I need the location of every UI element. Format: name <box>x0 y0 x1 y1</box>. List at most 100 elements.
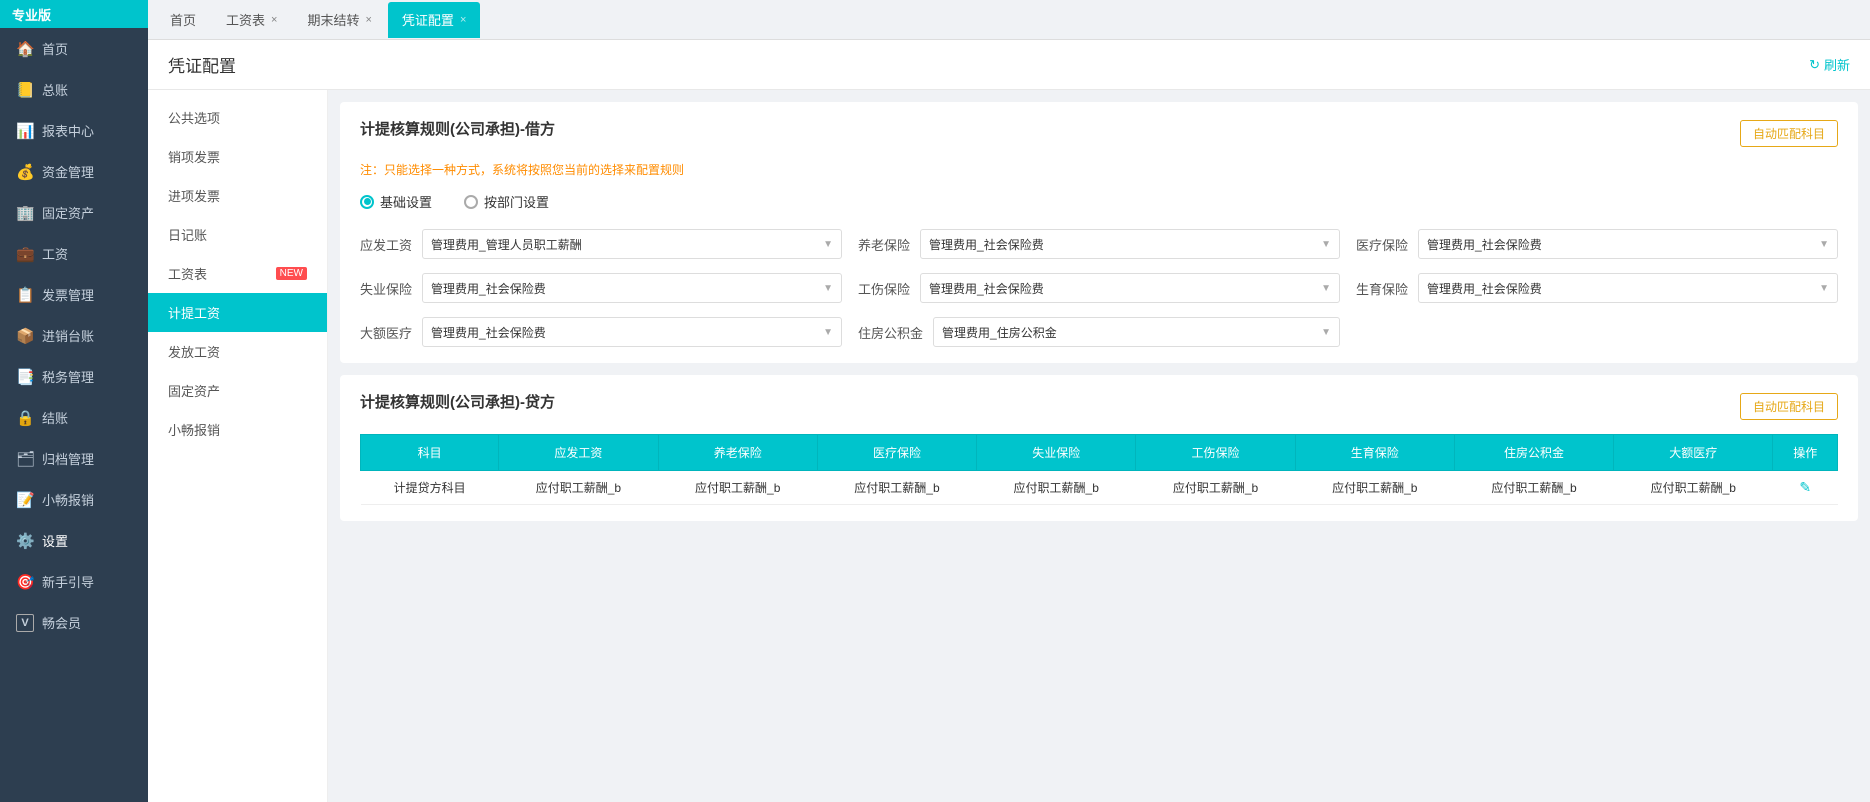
gjj-value: 管理费用_住房公积金 <box>942 324 1057 341</box>
refresh-button[interactable]: ↻ 刷新 <box>1809 55 1850 74</box>
sidebar-item-guide[interactable]: 🎯 新手引导 <box>0 561 148 602</box>
col-yiliao: 医疗保险 <box>817 435 976 471</box>
yingfagongzi-select[interactable]: 管理费用_管理人员职工薪酬 ▼ <box>422 229 842 259</box>
gongshang-value: 管理费用_社会保险费 <box>929 280 1044 297</box>
sub-nav-sales-invoice[interactable]: 销项发票 <box>148 137 327 176</box>
col-gjj: 住房公积金 <box>1454 435 1613 471</box>
cell-yiliao: 应付职工薪酬_b <box>817 471 976 505</box>
debit-auto-match-button[interactable]: 自动匹配科目 <box>1740 120 1838 147</box>
sub-nav-calc-salary[interactable]: 计提工资 <box>148 293 327 332</box>
cell-subject: 计提贷方科目 <box>361 471 499 505</box>
credit-auto-match-button[interactable]: 自动匹配科目 <box>1740 393 1838 420</box>
expense-icon: 📝 <box>16 491 34 509</box>
sidebar-item-label: 畅会员 <box>42 613 81 632</box>
form-item-shengyu: 生育保险 管理费用_社会保险费 ▼ <box>1356 273 1838 303</box>
form-item-yiliao: 医疗保险 管理费用_社会保险费 ▼ <box>1356 229 1838 259</box>
sidebar-item-salary[interactable]: 💼 工资 <box>0 233 148 274</box>
radio-group: 基础设置 按部门设置 <box>360 192 1838 211</box>
tab-payroll[interactable]: 工资表 × <box>212 2 291 38</box>
cell-action[interactable]: ✎ <box>1773 471 1838 505</box>
sidebar-item-archive[interactable]: 🗂 归档管理 <box>0 438 148 479</box>
gjj-label: 住房公积金 <box>858 323 923 342</box>
invoice-icon: 📋 <box>16 286 34 304</box>
col-action: 操作 <box>1773 435 1838 471</box>
form-item-yingfagongzi: 应发工资 管理费用_管理人员职工薪酬 ▼ <box>360 229 842 259</box>
sub-nav-sales-label: 销项发票 <box>168 147 220 166</box>
sidebar-item-tax[interactable]: 📑 税务管理 <box>0 356 148 397</box>
home-icon: 🏠 <box>16 40 34 58</box>
sidebar-item-ledger[interactable]: 📒 总账 <box>0 69 148 110</box>
dropdown-arrow: ▼ <box>1819 239 1829 250</box>
sidebar-item-xiaochang[interactable]: 📝 小畅报销 <box>0 479 148 520</box>
yanglao-select[interactable]: 管理费用_社会保险费 ▼ <box>920 229 1340 259</box>
yiliao-select[interactable]: 管理费用_社会保险费 ▼ <box>1418 229 1838 259</box>
sub-nav-purchase-invoice[interactable]: 进项发票 <box>148 176 327 215</box>
shiye-select[interactable]: 管理费用_社会保险费 ▼ <box>422 273 842 303</box>
credit-section-header: 计提核算规则(公司承担)-贷方 自动匹配科目 <box>360 391 1838 422</box>
sidebar-item-invoice[interactable]: 📋 发票管理 <box>0 274 148 315</box>
gjj-select[interactable]: 管理费用_住房公积金 ▼ <box>933 317 1340 347</box>
tab-voucher-config[interactable]: 凭证配置 × <box>388 2 480 38</box>
sidebar-item-reports[interactable]: 📊 报表中心 <box>0 110 148 151</box>
content-wrapper: 公共选项 销项发票 进项发票 日记账 工资表 NEW 计提工资 <box>148 90 1870 802</box>
yingfagongzi-label: 应发工资 <box>360 235 412 254</box>
daeliao-label: 大额医疗 <box>360 323 412 342</box>
sidebar-item-label: 小畅报销 <box>42 490 94 509</box>
daeliao-select[interactable]: 管理费用_社会保险费 ▼ <box>422 317 842 347</box>
shengyu-select[interactable]: 管理费用_社会保险费 ▼ <box>1418 273 1838 303</box>
sidebar-item-settings[interactable]: ⚙️ 设置 <box>0 520 148 561</box>
cell-gongshang: 应付职工薪酬_b <box>1136 471 1295 505</box>
sidebar-item-funds[interactable]: 💰 资金管理 <box>0 151 148 192</box>
sidebar-item-label: 总账 <box>42 80 68 99</box>
tab-voucher-config-label: 凭证配置 <box>402 10 454 29</box>
sub-nav-xiaochang-label: 小畅报销 <box>168 420 220 439</box>
sidebar-item-stock[interactable]: 📦 进销台账 <box>0 315 148 356</box>
sub-nav-pay-salary-label: 发放工资 <box>168 342 220 361</box>
tab-payroll-close[interactable]: × <box>271 14 277 26</box>
form-item-gongshang: 工伤保险 管理费用_社会保险费 ▼ <box>858 273 1340 303</box>
tab-home[interactable]: 首页 <box>156 2 210 38</box>
sub-nav-fixed-assets[interactable]: 固定资产 <box>148 371 327 410</box>
tax-icon: 📑 <box>16 368 34 386</box>
tab-period-close-close[interactable]: × <box>365 14 371 26</box>
sidebar-item-member[interactable]: V 畅会员 <box>0 602 148 643</box>
page-content-wrapper: 凭证配置 ↻ 刷新 公共选项 销项发票 进项发票 日记账 <box>148 40 1870 802</box>
sub-nav-xiaochang-expense[interactable]: 小畅报销 <box>148 410 327 449</box>
ledger-icon: 📒 <box>16 81 34 99</box>
sidebar-item-assets[interactable]: 🏢 固定资产 <box>0 192 148 233</box>
cell-gjj: 应付职工薪酬_b <box>1454 471 1613 505</box>
sidebar-item-label: 税务管理 <box>42 367 94 386</box>
tab-period-close-label: 期末结转 <box>307 10 359 29</box>
radio-basic-label: 基础设置 <box>380 192 432 211</box>
sidebar-item-close[interactable]: 🔒 结账 <box>0 397 148 438</box>
sub-navigation: 公共选项 销项发票 进项发票 日记账 工资表 NEW 计提工资 <box>148 90 328 802</box>
sub-nav-journal[interactable]: 日记账 <box>148 215 327 254</box>
tab-payroll-label: 工资表 <box>226 10 265 29</box>
new-badge: NEW <box>276 267 307 280</box>
gongshang-select[interactable]: 管理费用_社会保险费 ▼ <box>920 273 1340 303</box>
debit-form-row-1: 应发工资 管理费用_管理人员职工薪酬 ▼ 养老保险 管理费用_社会保险费 <box>360 229 1838 259</box>
tab-period-close[interactable]: 期末结转 × <box>293 2 385 38</box>
col-subject: 科目 <box>361 435 499 471</box>
radio-basic[interactable]: 基础设置 <box>360 192 432 211</box>
sidebar: 专业版 🏠 首页 📒 总账 📊 报表中心 💰 资金管理 🏢 固定资产 💼 工资 … <box>0 0 148 802</box>
yanglao-label: 养老保险 <box>858 235 910 254</box>
radio-basic-circle <box>360 195 374 209</box>
salary-icon: 💼 <box>16 245 34 263</box>
tab-voucher-config-close[interactable]: × <box>460 14 466 26</box>
form-item-shiye: 失业保险 管理费用_社会保险费 ▼ <box>360 273 842 303</box>
sub-nav-payroll-table[interactable]: 工资表 NEW <box>148 254 327 293</box>
sub-nav-pay-salary[interactable]: 发放工资 <box>148 332 327 371</box>
sidebar-item-label: 进销台账 <box>42 326 94 345</box>
col-gongshang: 工伤保险 <box>1136 435 1295 471</box>
dropdown-arrow: ▼ <box>823 327 833 338</box>
sub-nav-public[interactable]: 公共选项 <box>148 98 327 137</box>
radio-dept[interactable]: 按部门设置 <box>464 192 549 211</box>
edit-icon[interactable]: ✎ <box>1799 479 1811 495</box>
debit-section-header: 计提核算规则(公司承担)-借方 自动匹配科目 <box>360 118 1838 149</box>
debit-form-row-2: 失业保险 管理费用_社会保险费 ▼ 工伤保险 管理费用_社会保险费 <box>360 273 1838 303</box>
yiliao-value: 管理费用_社会保险费 <box>1427 236 1542 253</box>
stock-icon: 📦 <box>16 327 34 345</box>
sidebar-item-home[interactable]: 🏠 首页 <box>0 28 148 69</box>
dropdown-arrow: ▼ <box>1819 283 1829 294</box>
